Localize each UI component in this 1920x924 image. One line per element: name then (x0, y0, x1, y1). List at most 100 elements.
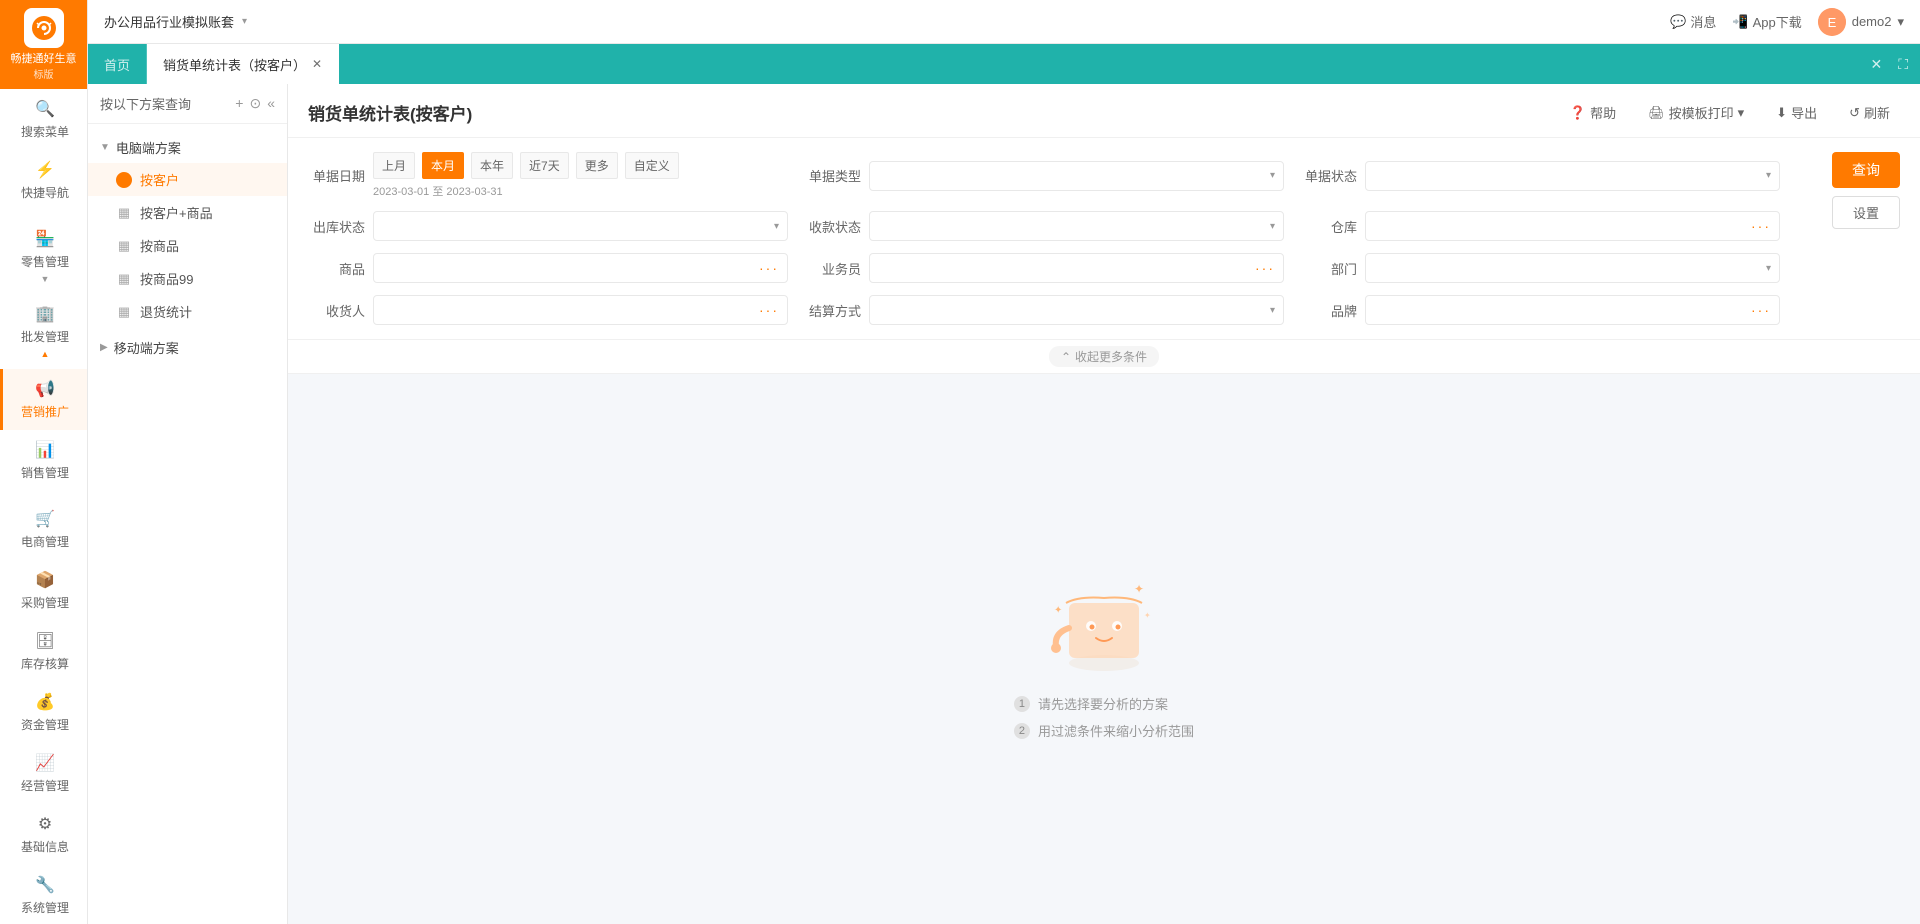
collapse-bar: ⌃ 收起更多条件 (288, 340, 1920, 374)
sidebar-item-system[interactable]: 🔧 系统管理 (0, 865, 87, 924)
app-logo: 畅捷通好生意 标版 (0, 0, 87, 89)
tab-bar: 首页 销货单统计表（按客户） ✕ ✕ ⛶ (88, 44, 1920, 84)
paystatus-select[interactable]: ▾ (869, 211, 1284, 241)
header-app-name: 办公用品行业模拟账套 (104, 12, 234, 31)
export-button[interactable]: ⬇ 导出 (1766, 98, 1827, 127)
salesperson-select[interactable]: ··· (869, 253, 1284, 283)
app-subtitle: 标版 (34, 66, 54, 81)
empty-illustration: ✦ ✦ ✦ (1044, 558, 1164, 678)
page-content: 销货单统计表(按客户) ❓ 帮助 🖨 按模板打印 ▾ ⬇ 导出 (288, 84, 1920, 924)
scheme-header-title: 按以下方案查询 (100, 94, 191, 113)
date-this-year[interactable]: 本年 (471, 152, 513, 179)
scheme-item-by-product[interactable]: ▦ 按商品 (88, 229, 287, 262)
tab-sales-stats-label: 销货单统计表（按客户） (163, 55, 306, 74)
collapse-label: 收起更多条件 (1075, 348, 1147, 365)
tab-minimize-icon[interactable]: ✕ (1866, 52, 1886, 77)
filter-row-2: 出库状态 ▾ 收款状态 ▾ 仓库 (308, 211, 1900, 241)
main-area: 办公用品行业模拟账套 ▾ 💬 消息 📲 App下载 E demo2 (88, 0, 1920, 924)
sidebar-item-retail[interactable]: 🏪 零售管理 ▼ (0, 219, 87, 294)
brand-select[interactable]: ··· (1365, 295, 1780, 325)
message-button[interactable]: 💬 消息 (1670, 12, 1716, 31)
marketing-icon: 📢 (35, 379, 55, 399)
user-name-label: demo2 (1852, 14, 1892, 29)
dept-label: 部门 (1300, 259, 1365, 278)
status-select[interactable]: ▾ (1365, 161, 1780, 191)
tab-maximize-icon[interactable]: ⛶ (1894, 52, 1912, 77)
warehouse-select[interactable]: ··· (1365, 211, 1780, 241)
sidebar-item-ecommerce[interactable]: 🛒 电商管理 (0, 499, 87, 560)
hint-2-text: 用过滤条件来缩小分析范围 (1038, 721, 1194, 740)
filter-type-cell: 单据类型 ▾ (804, 152, 1284, 199)
collapse-button[interactable]: ⌃ 收起更多条件 (1049, 346, 1159, 367)
tab-sales-stats[interactable]: 销货单统计表（按客户） ✕ (147, 44, 339, 84)
search-menu-icon: 🔍 (35, 99, 55, 119)
desktop-expand-icon: ▼ (100, 142, 110, 153)
sidebar-item-search[interactable]: 🔍 搜索菜单 (0, 89, 87, 150)
tab-home-label: 首页 (104, 55, 130, 74)
by-customer-label: 按客户 (140, 170, 179, 189)
export-icon: ⬇ (1776, 105, 1787, 121)
hint-2-num: 2 (1014, 723, 1030, 739)
return-stats-label: 退货统计 (140, 302, 192, 321)
dept-select[interactable]: ▾ (1365, 253, 1780, 283)
purchase-icon: 📦 (35, 570, 55, 590)
sidebar-item-finance[interactable]: 💰 资金管理 (0, 682, 87, 743)
date-label: 单据日期 (308, 166, 373, 185)
sidebar-item-basic-label: 基础信息 (21, 838, 69, 855)
date-last-7-days[interactable]: 近7天 (520, 152, 569, 179)
sidebar-item-search-label: 搜索菜单 (21, 123, 69, 140)
sidebar-item-inventory[interactable]: 🗄 库存核算 (0, 621, 87, 682)
product-select[interactable]: ··· (373, 253, 788, 283)
scheme-item-by-product-99[interactable]: ▦ 按商品99 (88, 262, 287, 295)
hint-1-text: 请先选择要分析的方案 (1038, 694, 1168, 713)
sidebar-item-basic[interactable]: ⚙ 基础信息 (0, 804, 87, 865)
recipient-select[interactable]: ··· (373, 295, 788, 325)
scheme-item-by-customer[interactable]: 按客户 (88, 163, 287, 196)
filter-salesperson-cell: 业务员 ··· (804, 253, 1284, 283)
inventory-icon: 🗄 (35, 631, 55, 651)
query-button[interactable]: 查询 (1832, 152, 1900, 188)
date-this-month[interactable]: 本月 (422, 152, 464, 179)
sidebar-item-operations[interactable]: 📈 经营管理 (0, 743, 87, 804)
outstatus-select[interactable]: ▾ (373, 211, 788, 241)
dept-arrow: ▾ (1766, 263, 1771, 274)
scheme-group-mobile-header[interactable]: ▶ 移动端方案 (88, 332, 287, 363)
date-last-month[interactable]: 上月 (373, 152, 415, 179)
settings-button[interactable]: 设置 (1832, 196, 1900, 229)
help-icon: ❓ (1570, 105, 1586, 121)
scheme-edit-button[interactable]: ⊙ (249, 95, 261, 112)
header-dropdown-icon[interactable]: ▾ (242, 16, 247, 27)
print-icon: 🖨 (1648, 105, 1665, 121)
refresh-label: 刷新 (1864, 103, 1890, 122)
sidebar-item-marketing[interactable]: 📢 营销推广 (0, 369, 87, 430)
refresh-button[interactable]: ↺ 刷新 (1839, 98, 1900, 127)
salesperson-label: 业务员 (804, 259, 869, 278)
tab-close-icon[interactable]: ✕ (312, 57, 322, 71)
scheme-add-button[interactable]: + (235, 95, 243, 112)
date-more[interactable]: 更多 (576, 152, 618, 179)
scheme-group-desktop-header[interactable]: ▼ 电脑端方案 (88, 132, 287, 163)
print-button[interactable]: 🖨 按模板打印 ▾ (1638, 98, 1754, 127)
user-profile-button[interactable]: E demo2 ▾ (1818, 8, 1904, 36)
scheme-collapse-button[interactable]: « (267, 95, 275, 112)
sidebar-item-wholesale[interactable]: 🏢 批发管理 ▲ (0, 294, 87, 369)
type-select[interactable]: ▾ (869, 161, 1284, 191)
collapse-up-icon: ⌃ (1061, 350, 1071, 364)
scheme-item-return-stats[interactable]: ▦ 退货统计 (88, 295, 287, 328)
sidebar-item-quicknav[interactable]: ⚡ 快捷导航 (0, 150, 87, 211)
content-wrapper: 按以下方案查询 + ⊙ « ▼ 电脑端方案 按客户 (88, 84, 1920, 924)
settlement-select[interactable]: ▾ (869, 295, 1284, 325)
sidebar-item-ecommerce-label: 电商管理 (21, 533, 69, 550)
date-custom[interactable]: 自定义 (625, 152, 679, 179)
help-button[interactable]: ❓ 帮助 (1560, 98, 1626, 127)
sidebar-item-sales[interactable]: 📊 销售管理 (0, 430, 87, 491)
warehouse-label: 仓库 (1300, 217, 1365, 236)
scheme-tree: ▼ 电脑端方案 按客户 ▦ 按客户+商品 ▦ 按商品 (88, 124, 287, 924)
scheme-header: 按以下方案查询 + ⊙ « (88, 84, 287, 124)
app-download-button[interactable]: 📲 App下载 (1732, 12, 1801, 31)
tab-home[interactable]: 首页 (88, 44, 147, 84)
scheme-item-by-customer-product[interactable]: ▦ 按客户+商品 (88, 196, 287, 229)
sidebar-item-purchase[interactable]: 📦 采购管理 (0, 560, 87, 621)
tab-actions: ✕ ⛶ (1858, 44, 1920, 84)
date-range-display: 2023-03-01 至 2023-03-31 (373, 183, 788, 199)
